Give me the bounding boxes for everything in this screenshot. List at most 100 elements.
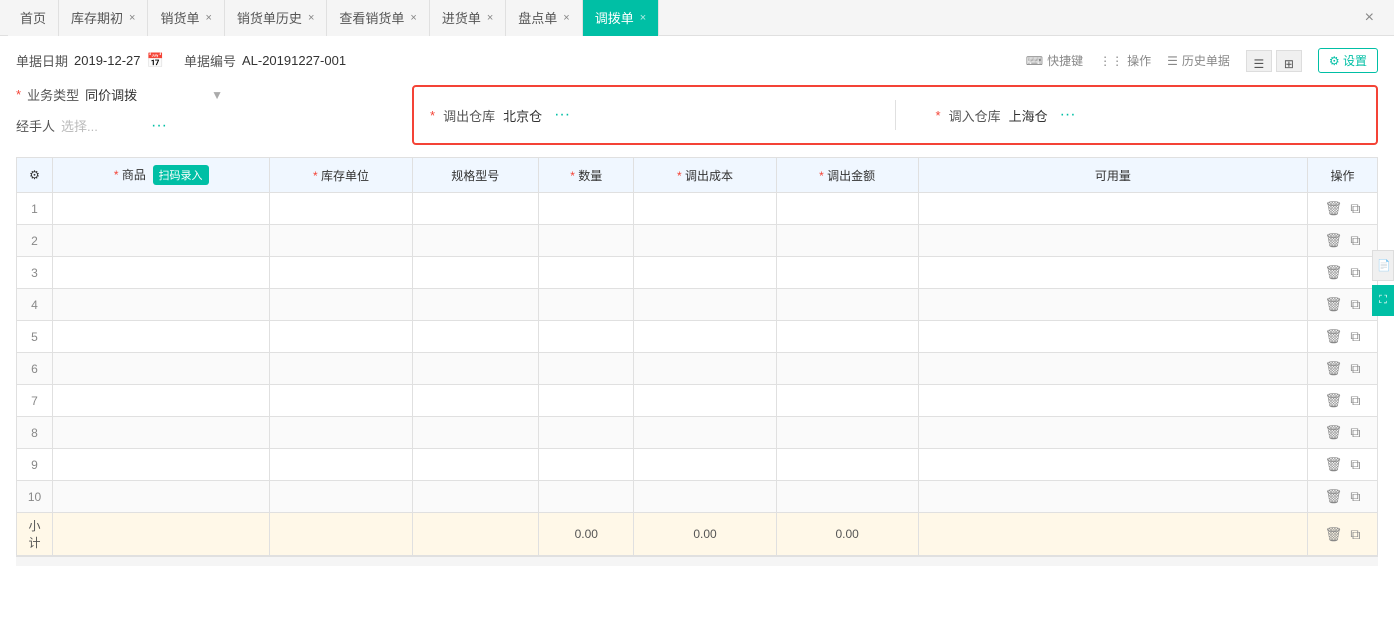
product-cell[interactable] (53, 321, 270, 353)
product-cell[interactable] (53, 449, 270, 481)
cost-cell[interactable] (634, 289, 776, 321)
unit-cell[interactable] (270, 353, 412, 385)
tab-sales-close[interactable]: × (205, 12, 211, 24)
unit-cell[interactable] (270, 321, 412, 353)
tab-home[interactable]: 首页 (8, 0, 59, 36)
tab-bar-close-btn[interactable]: × (1353, 9, 1386, 27)
settings-btn[interactable]: ⚙ 设置 (1318, 48, 1378, 73)
unit-cell[interactable] (270, 417, 412, 449)
unit-cell[interactable] (270, 257, 412, 289)
copy-icon[interactable]: ⧉ (1350, 456, 1360, 473)
copy-icon[interactable]: ⧉ (1350, 296, 1360, 313)
copy-icon[interactable]: ⧉ (1350, 526, 1360, 543)
grid-view-btn[interactable]: ⊞ (1276, 50, 1302, 72)
tab-sales[interactable]: 销货单 × (148, 0, 224, 36)
qty-cell[interactable] (539, 289, 634, 321)
amount-cell[interactable] (776, 353, 918, 385)
spec-cell[interactable] (412, 225, 539, 257)
product-cell[interactable] (53, 481, 270, 513)
spec-cell[interactable] (412, 321, 539, 353)
cost-cell[interactable] (634, 321, 776, 353)
handler-ellipsis[interactable]: ··· (151, 117, 167, 135)
tab-view-sales-close[interactable]: × (410, 12, 416, 24)
product-cell[interactable] (53, 257, 270, 289)
qty-cell[interactable] (539, 193, 634, 225)
amount-cell[interactable] (776, 417, 918, 449)
tab-sales-history-close[interactable]: × (308, 12, 314, 24)
unit-cell[interactable] (270, 225, 412, 257)
cost-cell[interactable] (634, 353, 776, 385)
amount-cell[interactable] (776, 193, 918, 225)
amount-cell[interactable] (776, 449, 918, 481)
delete-icon[interactable]: 🗑 (1325, 328, 1343, 345)
copy-icon[interactable]: ⧉ (1350, 232, 1360, 249)
copy-icon[interactable]: ⧉ (1350, 200, 1360, 217)
qty-cell[interactable] (539, 417, 634, 449)
product-cell[interactable] (53, 385, 270, 417)
delete-icon[interactable]: 🗑 (1325, 200, 1343, 217)
tab-purchase[interactable]: 进货单 × (430, 0, 506, 36)
delete-icon[interactable]: 🗑 (1325, 232, 1343, 249)
amount-cell[interactable] (776, 481, 918, 513)
qty-cell[interactable] (539, 385, 634, 417)
spec-cell[interactable] (412, 193, 539, 225)
delete-icon[interactable]: 🗑 (1325, 456, 1343, 473)
delete-icon[interactable]: 🗑 (1325, 296, 1343, 313)
qty-cell[interactable] (539, 321, 634, 353)
delete-icon[interactable]: 🗑 (1325, 526, 1343, 543)
copy-icon[interactable]: ⧉ (1350, 328, 1360, 345)
tab-transfer[interactable]: 调拨单 × (583, 0, 659, 36)
scroll-bar-area[interactable] (16, 556, 1378, 566)
delete-icon[interactable]: 🗑 (1325, 392, 1343, 409)
float-doc-btn[interactable]: 📄 (1372, 250, 1394, 281)
spec-cell[interactable] (412, 289, 539, 321)
cost-cell[interactable] (634, 257, 776, 289)
tab-transfer-close[interactable]: × (640, 12, 646, 24)
amount-cell[interactable] (776, 225, 918, 257)
handler-value[interactable]: 选择... (61, 116, 141, 135)
amount-cell[interactable] (776, 289, 918, 321)
copy-icon[interactable]: ⧉ (1350, 488, 1360, 505)
spec-cell[interactable] (412, 449, 539, 481)
qty-cell[interactable] (539, 257, 634, 289)
list-view-btn[interactable]: ☰ (1246, 50, 1272, 72)
shortcut-btn[interactable]: ⌨ 快捷键 (1026, 52, 1083, 69)
copy-icon[interactable]: ⧉ (1350, 424, 1360, 441)
amount-cell[interactable] (776, 321, 918, 353)
unit-cell[interactable] (270, 193, 412, 225)
product-cell[interactable] (53, 225, 270, 257)
scan-btn[interactable]: 扫码录入 (153, 165, 209, 185)
delete-icon[interactable]: 🗑 (1325, 424, 1343, 441)
tab-stocktake[interactable]: 盘点单 × (506, 0, 582, 36)
amount-cell[interactable] (776, 257, 918, 289)
transfer-out-ellipsis[interactable]: ··· (554, 106, 570, 124)
business-type-dropdown[interactable]: ▼ (211, 88, 223, 102)
tab-view-sales[interactable]: 查看销货单 × (327, 0, 429, 36)
cost-cell[interactable] (634, 417, 776, 449)
cost-cell[interactable] (634, 193, 776, 225)
unit-cell[interactable] (270, 385, 412, 417)
cost-cell[interactable] (634, 481, 776, 513)
cost-cell[interactable] (634, 385, 776, 417)
copy-icon[interactable]: ⧉ (1350, 264, 1360, 281)
tab-purchase-close[interactable]: × (487, 12, 493, 24)
calendar-icon[interactable]: 📅 (147, 52, 164, 69)
copy-icon[interactable]: ⧉ (1350, 360, 1360, 377)
product-cell[interactable] (53, 353, 270, 385)
tab-stocktake-close[interactable]: × (563, 12, 569, 24)
copy-icon[interactable]: ⧉ (1350, 392, 1360, 409)
qty-cell[interactable] (539, 481, 634, 513)
tab-inventory-init-close[interactable]: × (129, 12, 135, 24)
qty-cell[interactable] (539, 225, 634, 257)
product-cell[interactable] (53, 289, 270, 321)
product-cell[interactable] (53, 193, 270, 225)
unit-cell[interactable] (270, 481, 412, 513)
spec-cell[interactable] (412, 481, 539, 513)
spec-cell[interactable] (412, 385, 539, 417)
spec-cell[interactable] (412, 257, 539, 289)
tab-inventory-init[interactable]: 库存期初 × (59, 0, 148, 36)
unit-cell[interactable] (270, 289, 412, 321)
float-expand-btn[interactable]: ⛶ (1372, 285, 1394, 316)
delete-icon[interactable]: 🗑 (1325, 360, 1343, 377)
qty-cell[interactable] (539, 449, 634, 481)
